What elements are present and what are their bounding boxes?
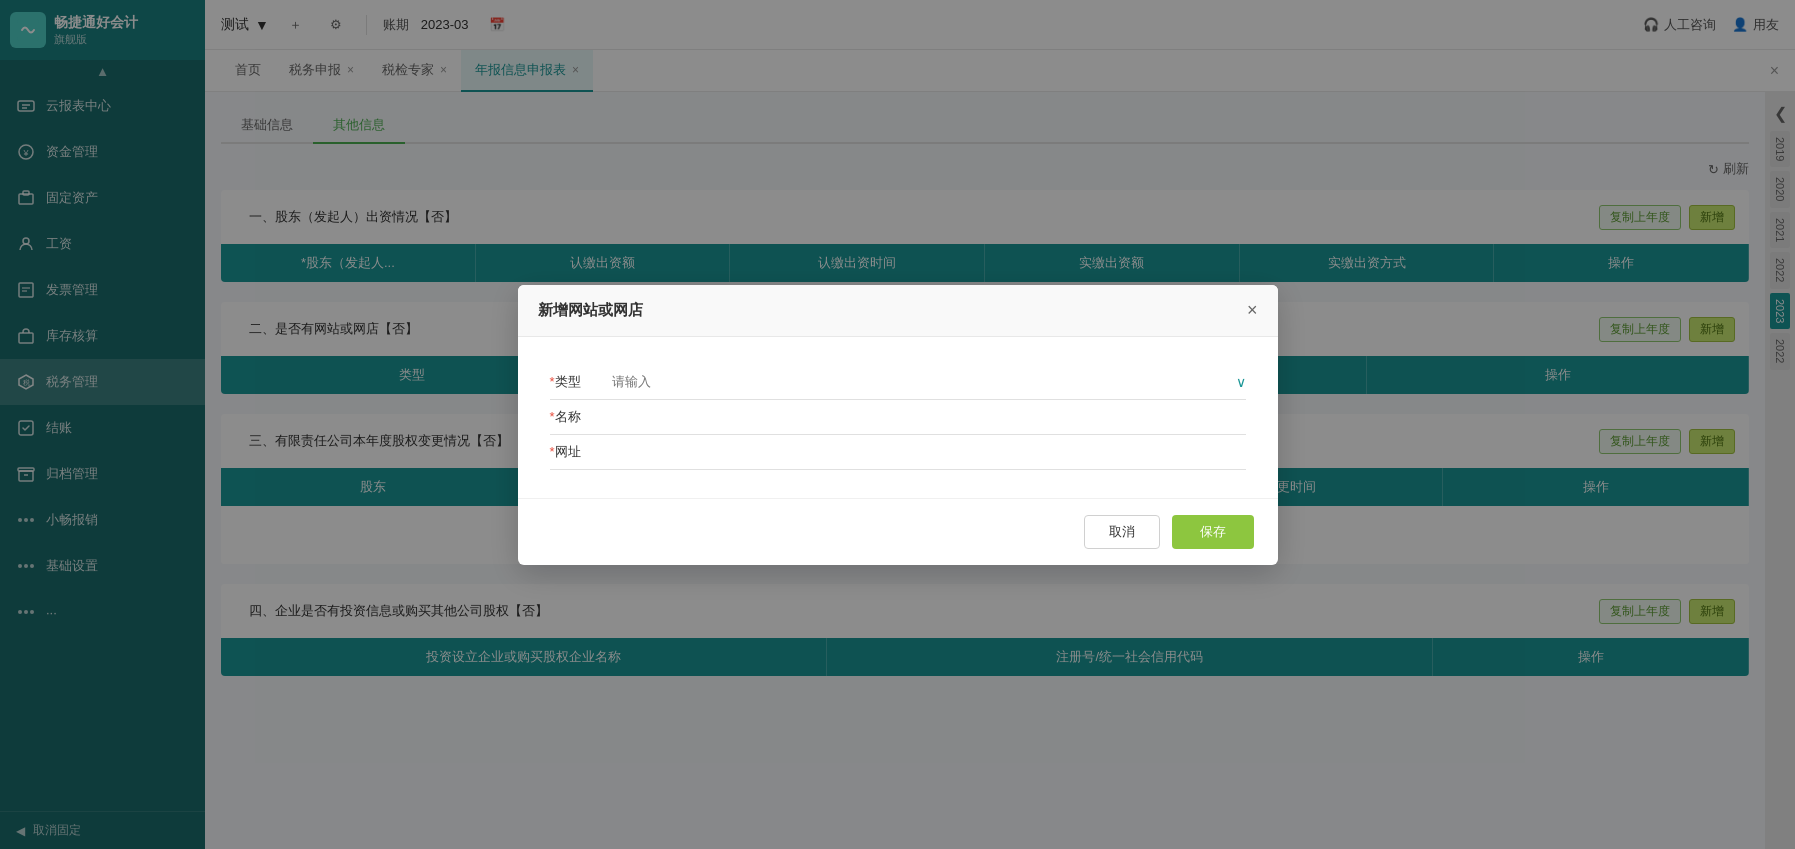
modal-dialog: 新增网站或网店 × *类型 ∨ *名称 xyxy=(518,285,1278,565)
save-button[interactable]: 保存 xyxy=(1172,515,1254,549)
dropdown-arrow-icon: ∨ xyxy=(1236,374,1246,390)
name-input[interactable] xyxy=(612,409,1246,424)
modal-header: 新增网站或网店 × xyxy=(518,285,1278,337)
modal-overlay[interactable]: 新增网站或网店 × *类型 ∨ *名称 xyxy=(0,0,1795,849)
form-field-name: *名称 xyxy=(550,400,1246,435)
cancel-button[interactable]: 取消 xyxy=(1084,515,1160,549)
type-select-wrapper: ∨ xyxy=(612,374,1246,390)
required-asterisk-url: * xyxy=(550,444,555,459)
name-label: *名称 xyxy=(550,408,600,426)
modal-title: 新增网站或网店 xyxy=(538,301,643,320)
form-field-type: *类型 ∨ xyxy=(550,365,1246,400)
required-asterisk-type: * xyxy=(550,374,555,389)
url-input[interactable] xyxy=(612,444,1246,459)
modal-body: *类型 ∨ *名称 *网址 xyxy=(518,337,1278,498)
modal-close-button[interactable]: × xyxy=(1247,301,1258,319)
type-input[interactable] xyxy=(612,374,1236,389)
required-asterisk-name: * xyxy=(550,409,555,424)
form-field-url: *网址 xyxy=(550,435,1246,470)
modal-footer: 取消 保存 xyxy=(518,498,1278,565)
url-label: *网址 xyxy=(550,443,600,461)
type-label: *类型 xyxy=(550,373,600,391)
